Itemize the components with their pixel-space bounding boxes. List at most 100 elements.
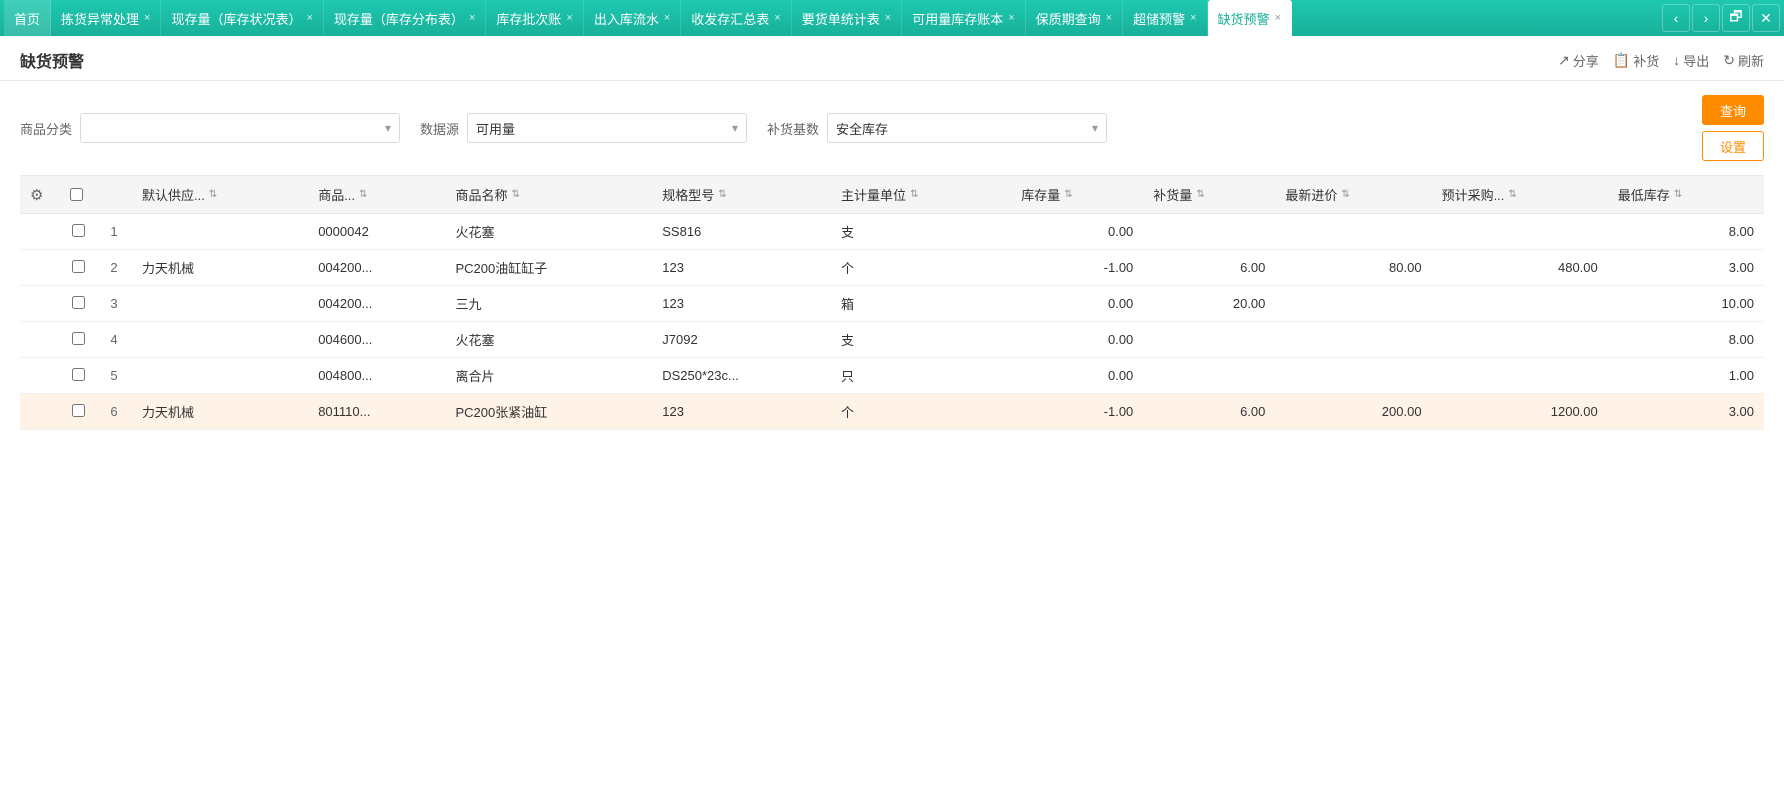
export-action[interactable]: ↓ 导出	[1673, 51, 1709, 70]
row-replenish-1: 6.00	[1143, 250, 1275, 286]
nav-close-btn[interactable]: ✕	[1752, 4, 1780, 32]
sort-est-icon[interactable]: ⇅	[1508, 189, 1516, 200]
nav-tab-overstock[interactable]: 超储预警 ×	[1123, 0, 1207, 36]
close-tab-inventory-status-icon[interactable]: ×	[306, 12, 312, 24]
row-supplier-5: 力天机械	[132, 394, 308, 430]
row-checkbox-4[interactable]	[72, 368, 85, 381]
share-icon: ↗	[1558, 52, 1570, 69]
sort-supplier-icon[interactable]: ⇅	[209, 189, 217, 200]
row-est-1: 480.00	[1432, 250, 1608, 286]
col-replenish-qty: 补货量 ⇅	[1143, 176, 1275, 214]
replenish-select[interactable]: 安全库存 ▾	[827, 113, 1107, 143]
row-checkbox-0[interactable]	[72, 224, 85, 237]
table-body: 1 0000042 火花塞 SS816 支 0.00 8.00 2 力天机械 0…	[20, 214, 1764, 430]
close-tab-shortage-icon[interactable]: ×	[1275, 12, 1281, 24]
row-min-5: 3.00	[1608, 394, 1764, 430]
sort-min-icon[interactable]: ⇅	[1674, 189, 1682, 200]
row-num-4: 5	[96, 358, 132, 394]
replenish-filter-group: 补货基数 安全库存 ▾	[767, 113, 1107, 143]
row-min-1: 3.00	[1608, 250, 1764, 286]
replenish-action[interactable]: 📋 补货	[1613, 51, 1659, 70]
col-latest-price: 最新进价 ⇅	[1275, 176, 1431, 214]
row-checkbox-cell-3	[60, 322, 96, 358]
nav-tab-exception[interactable]: 拣货异常处理 ×	[51, 0, 161, 36]
nav-tab-home[interactable]: 首页	[4, 0, 51, 36]
close-tab-inventory-dist-icon[interactable]: ×	[469, 12, 475, 24]
row-checkbox-5[interactable]	[72, 404, 85, 417]
row-checkbox-cell-1	[60, 250, 96, 286]
data-table: ⚙ 默认供应... ⇅ 商品...	[20, 175, 1764, 430]
page-content: 缺货预警 ↗ 分享 📋 补货 ↓ 导出 ↻ 刷新 商品分类	[0, 36, 1784, 796]
nav-prev-btn[interactable]: ‹	[1662, 4, 1690, 32]
row-name-5: PC200张紧油缸	[446, 394, 653, 430]
nav-tab-inventory-dist[interactable]: 现存量（库存分布表） ×	[324, 0, 486, 36]
row-replenish-4	[1143, 358, 1275, 394]
close-tab-inout-flow-icon[interactable]: ×	[664, 12, 670, 24]
row-min-0: 8.00	[1608, 214, 1764, 250]
nav-tab-expiry-query[interactable]: 保质期查询 ×	[1026, 0, 1123, 36]
sort-stock-icon[interactable]: ⇅	[1064, 189, 1072, 200]
sort-price-icon[interactable]: ⇅	[1341, 189, 1349, 200]
nav-tab-available-ledger[interactable]: 可用量库存账本 ×	[902, 0, 1025, 36]
sort-replenish-icon[interactable]: ⇅	[1196, 189, 1204, 200]
query-button[interactable]: 查询	[1702, 95, 1764, 125]
row-spec-5: 123	[652, 394, 831, 430]
row-unit-2: 箱	[831, 286, 1011, 322]
row-unit-4: 只	[831, 358, 1011, 394]
row-code-0: 0000042	[308, 214, 445, 250]
col-unit-label: 主计量单位	[841, 185, 906, 204]
row-stock-0: 0.00	[1011, 214, 1143, 250]
nav-next-btn[interactable]: ›	[1692, 4, 1720, 32]
row-gear-3	[20, 322, 60, 358]
nav-tab-receive-summary[interactable]: 收发存汇总表 ×	[681, 0, 791, 36]
nav-tab-demand-stats[interactable]: 要货单统计表 ×	[792, 0, 902, 36]
row-supplier-2	[132, 286, 308, 322]
row-est-5: 1200.00	[1432, 394, 1608, 430]
category-select[interactable]: ▾	[80, 113, 400, 143]
row-supplier-0	[132, 214, 308, 250]
row-checkbox-1[interactable]	[72, 260, 85, 273]
row-name-1: PC200油缸缸子	[446, 250, 653, 286]
category-chevron-icon: ▾	[385, 121, 391, 135]
settings-button[interactable]: 设置	[1702, 131, 1764, 161]
row-supplier-3	[132, 322, 308, 358]
sort-spec-icon[interactable]: ⇅	[718, 189, 726, 200]
row-price-5: 200.00	[1275, 394, 1431, 430]
sort-code-icon[interactable]: ⇅	[359, 189, 367, 200]
close-tab-overstock-icon[interactable]: ×	[1190, 12, 1196, 24]
col-stock-qty: 库存量 ⇅	[1011, 176, 1143, 214]
table-container: ⚙ 默认供应... ⇅ 商品...	[0, 175, 1784, 430]
nav-tab-inout-flow[interactable]: 出入库流水 ×	[584, 0, 681, 36]
close-tab-batch-account-icon[interactable]: ×	[566, 12, 572, 24]
row-checkbox-cell-5	[60, 394, 96, 430]
row-checkbox-cell-4	[60, 358, 96, 394]
row-unit-5: 个	[831, 394, 1011, 430]
nav-tab-batch-account[interactable]: 库存批次账 ×	[486, 0, 583, 36]
close-tab-expiry-query-icon[interactable]: ×	[1106, 12, 1112, 24]
share-action[interactable]: ↗ 分享	[1558, 51, 1599, 70]
row-checkbox-3[interactable]	[72, 332, 85, 345]
close-tab-receive-summary-icon[interactable]: ×	[774, 12, 780, 24]
close-tab-available-ledger-icon[interactable]: ×	[1008, 12, 1014, 24]
row-checkbox-2[interactable]	[72, 296, 85, 309]
row-gear-0	[20, 214, 60, 250]
close-tab-demand-stats-icon[interactable]: ×	[885, 12, 891, 24]
refresh-action[interactable]: ↻ 刷新	[1723, 51, 1764, 70]
row-checkbox-cell-2	[60, 286, 96, 322]
gear-settings-icon[interactable]: ⚙	[30, 186, 43, 204]
select-all-checkbox[interactable]	[70, 188, 83, 201]
nav-tab-inventory-status[interactable]: 现存量（库存状况表） ×	[161, 0, 323, 36]
row-spec-0: SS816	[652, 214, 831, 250]
sort-unit-icon[interactable]: ⇅	[910, 189, 918, 200]
close-tab-exception-icon[interactable]: ×	[144, 12, 150, 24]
row-min-2: 10.00	[1608, 286, 1764, 322]
col-checkbox	[60, 176, 96, 214]
row-replenish-0	[1143, 214, 1275, 250]
datasource-select[interactable]: 可用量 ▾	[467, 113, 747, 143]
replenish-icon: 📋	[1613, 52, 1630, 69]
row-gear-1	[20, 250, 60, 286]
sort-name-icon[interactable]: ⇅	[512, 189, 520, 200]
nav-tab-shortage[interactable]: 缺货预警 ×	[1208, 0, 1292, 36]
col-default-supplier-label: 默认供应...	[142, 185, 205, 204]
nav-restore-btn[interactable]: 🗗	[1722, 4, 1750, 32]
